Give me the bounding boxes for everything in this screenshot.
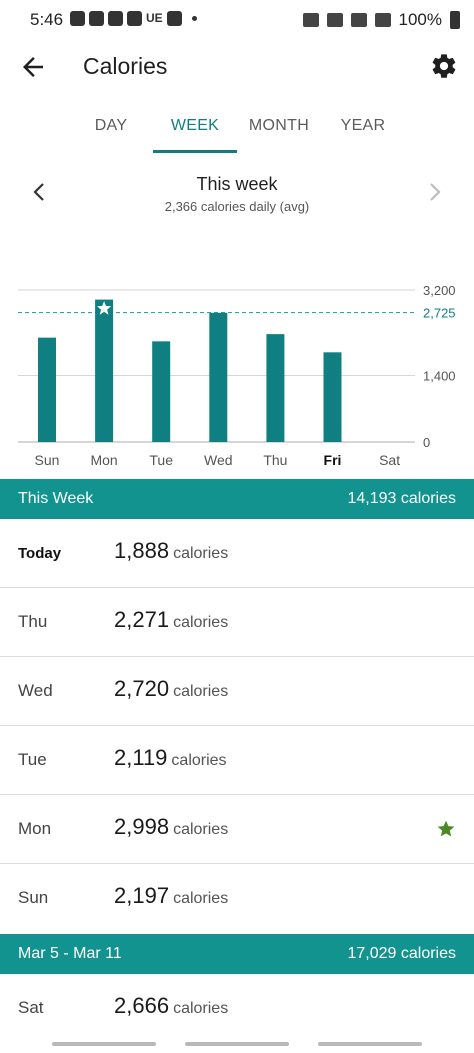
notif-ue-text: UE	[146, 11, 163, 25]
row-unit: calories	[173, 545, 229, 562]
row-unit: calories	[173, 683, 229, 700]
nav-handle-right[interactable]	[318, 1042, 422, 1046]
row-day: Thu	[18, 612, 48, 631]
list-item[interactable]: Sun 2,197 calories	[0, 864, 474, 933]
x-tick-label: Sun	[35, 452, 60, 468]
row-day: Wed	[18, 681, 53, 700]
section-label: This Week	[18, 490, 94, 507]
star-icon	[437, 820, 455, 837]
back-arrow-icon[interactable]	[18, 52, 48, 82]
slack-icon	[127, 11, 142, 26]
page-title: Calories	[83, 53, 168, 79]
list-item[interactable]: Thu 2,271 calories	[0, 588, 474, 657]
row-day: Sat	[18, 998, 44, 1017]
period-title: This week	[196, 174, 278, 194]
nav-handle-left[interactable]	[52, 1042, 156, 1046]
row-unit: calories	[173, 614, 229, 631]
row-unit: calories	[173, 1000, 229, 1017]
tab-day[interactable]: DAY	[80, 104, 142, 154]
row-value-number: 2,271	[114, 607, 170, 632]
row-day: Tue	[18, 750, 47, 769]
status-right: 100%	[302, 10, 460, 30]
weekly-calories-chart: 0 1,400 3,200 2,725 Sun Mon Tue Wed Thu Fri Sat	[18, 283, 456, 468]
row-value-number: 2,998	[114, 814, 170, 839]
row-day: Sun	[18, 888, 49, 907]
section-total: 17,029 calories	[347, 945, 456, 962]
row-value: 2,998 calories	[114, 814, 228, 840]
row-value: 1,888 calories	[114, 538, 228, 564]
bar-wed	[209, 312, 228, 442]
section-total: 14,193 calories	[347, 490, 456, 507]
list-item[interactable]: Tue 2,119 calories	[0, 726, 474, 795]
goal-label: 2,725	[423, 306, 456, 321]
bar-sun	[38, 337, 56, 442]
tab-month[interactable]: MONTH	[243, 104, 315, 154]
tab-year[interactable]: YEAR	[330, 104, 396, 154]
snapchat-icon	[89, 11, 104, 26]
row-value-number: 2,197	[114, 883, 170, 908]
battery-icon	[450, 11, 460, 29]
x-tick-label: Sat	[379, 452, 400, 468]
row-day: Mon	[18, 819, 52, 838]
section-label: Mar 5 - Mar 11	[18, 945, 122, 962]
more-notifications-dot-icon	[191, 16, 197, 21]
section-header-this-week: This Week 14,193 calories	[0, 479, 474, 519]
row-value-number: 2,666	[114, 993, 170, 1018]
gesture-navigation-bar	[0, 1040, 474, 1053]
row-value: 2,720 calories	[114, 676, 228, 702]
x-tick-label: Mon	[90, 452, 117, 468]
list-item[interactable]: Sat 2,666 calories	[0, 974, 474, 1043]
row-value-number: 2,720	[114, 676, 170, 701]
x-tick-label: Thu	[263, 452, 287, 468]
status-time: 5:46	[30, 10, 64, 29]
app-bar: Calories	[0, 40, 474, 96]
list-item[interactable]: Today 1,888 calories	[0, 519, 474, 588]
bar-mon	[95, 299, 114, 442]
row-day: Today	[18, 545, 62, 562]
nav-handle-center[interactable]	[185, 1042, 289, 1046]
slack-icon	[108, 11, 123, 26]
x-tick-label: Wed	[204, 452, 233, 468]
tab-week[interactable]: WEEK	[153, 104, 237, 154]
section-header-previous-week: Mar 5 - Mar 11 17,029 calories	[0, 934, 474, 974]
list-item[interactable]: Wed 2,720 calories	[0, 657, 474, 726]
period-tabs: DAY WEEK MONTH YEAR	[0, 104, 474, 154]
row-value: 2,197 calories	[114, 883, 228, 909]
status-bar: 5:46 UE 100%	[0, 0, 474, 40]
active-tab-indicator	[153, 150, 237, 153]
signal-icon	[374, 13, 391, 27]
battery-percent: 100%	[398, 10, 442, 29]
bar-tue	[152, 341, 171, 442]
bar-fri	[323, 352, 342, 442]
y-tick-label: 1,400	[423, 369, 456, 384]
x-tick-label: Fri	[324, 452, 342, 468]
chevron-right-icon	[430, 183, 441, 201]
y-tick-label: 0	[423, 435, 430, 450]
notification-icons: UE	[70, 11, 197, 26]
row-value: 2,119 calories	[114, 745, 227, 771]
x-tick-label: Tue	[149, 452, 173, 468]
wifi-icon	[350, 13, 367, 27]
row-value-number: 1,888	[114, 538, 170, 563]
row-value: 2,271 calories	[114, 607, 228, 633]
row-unit: calories	[173, 821, 229, 838]
snapchat-icon	[70, 11, 85, 26]
row-unit: calories	[171, 752, 227, 769]
list-item[interactable]: Mon 2,998 calories	[0, 795, 474, 864]
key-icon	[302, 13, 319, 27]
mute-icon	[326, 13, 343, 27]
row-value: 2,666 calories	[114, 993, 228, 1019]
row-value-number: 2,119	[114, 745, 168, 770]
gear-icon[interactable]	[430, 52, 458, 80]
bell-icon	[166, 11, 182, 26]
period-average: 2,366 calories daily (avg)	[164, 199, 310, 214]
row-unit: calories	[173, 890, 229, 907]
period-navigator: This week 2,366 calories daily (avg)	[0, 170, 474, 220]
bar-thu	[266, 334, 285, 442]
y-tick-label: 3,200	[423, 283, 456, 298]
